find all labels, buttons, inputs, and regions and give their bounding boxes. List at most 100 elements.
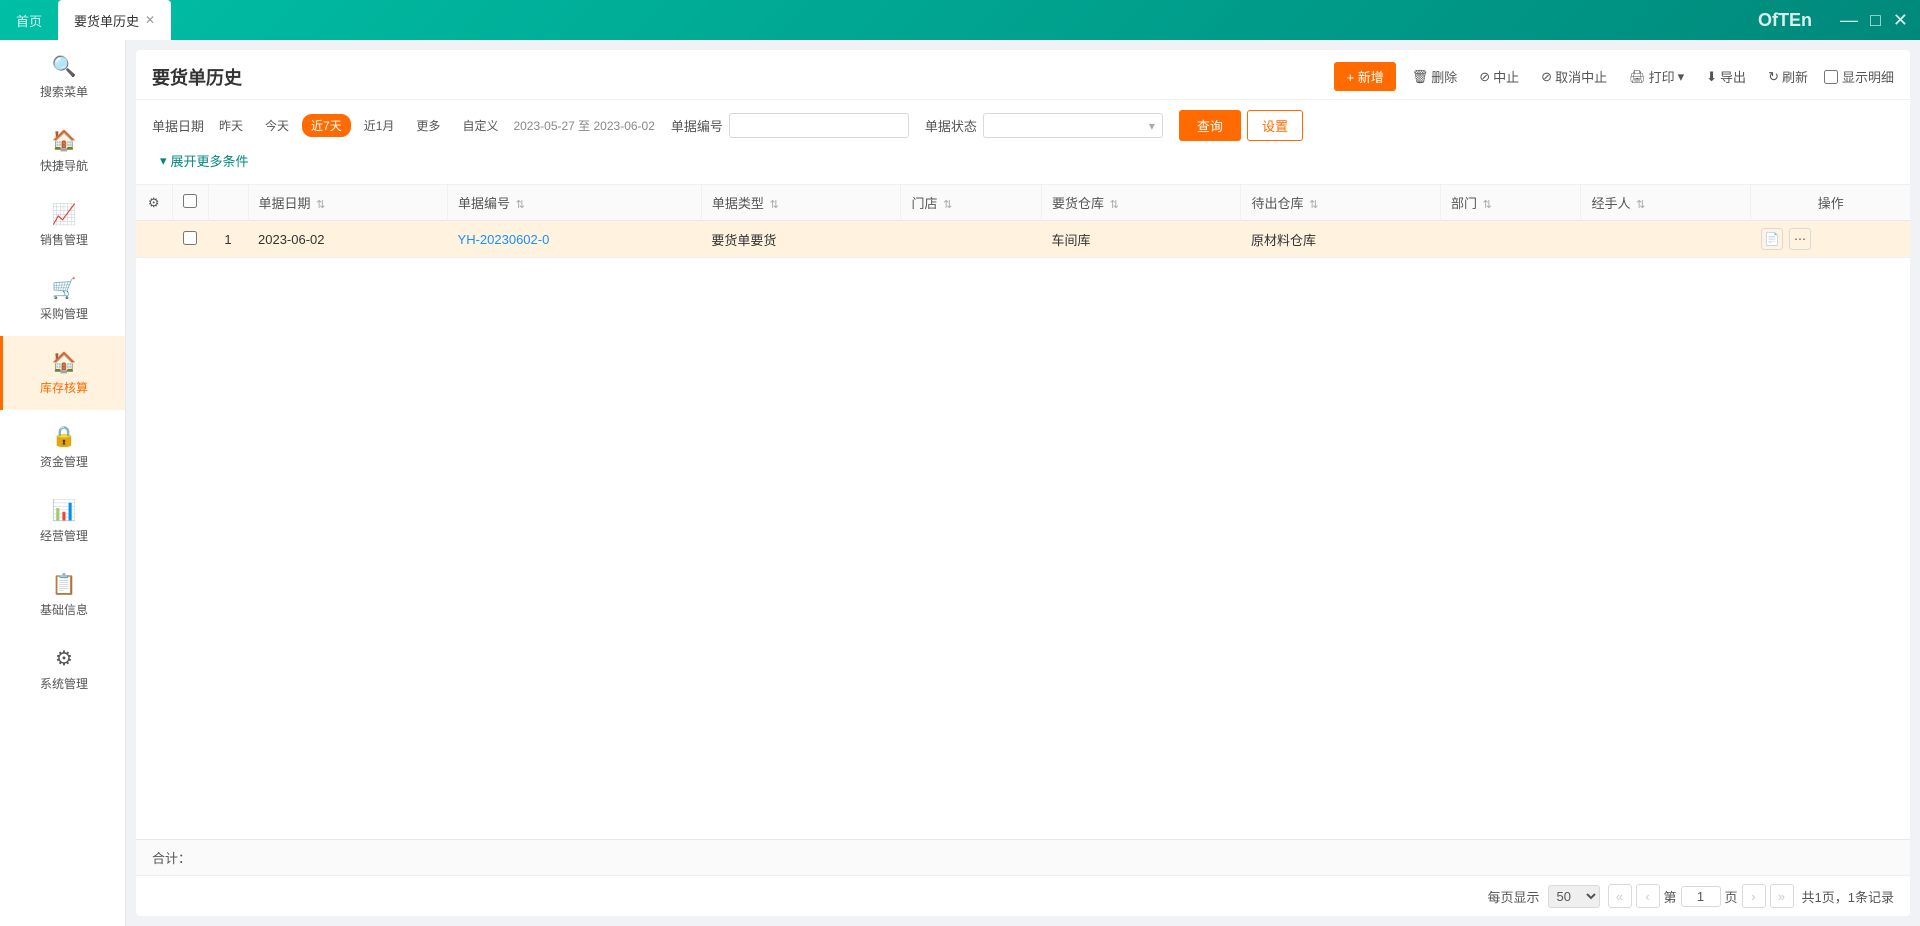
cancel-stop-icon: ⊘ xyxy=(1541,69,1552,85)
minimize-icon[interactable]: — xyxy=(1840,10,1858,31)
window-controls: OfTEn — □ ✕ xyxy=(1742,10,1920,31)
purchase-icon: 🛒 xyxy=(52,276,77,301)
row-checkbox[interactable] xyxy=(183,231,197,245)
filter-action-buttons: 查询 设置 xyxy=(1179,110,1303,141)
inventory-icon: 🏠 xyxy=(52,350,77,375)
query-button[interactable]: 查询 xyxy=(1179,110,1241,141)
page-label: 第 xyxy=(1664,887,1677,906)
first-page-btn[interactable]: « xyxy=(1608,884,1632,908)
date-yesterday-btn[interactable]: 昨天 xyxy=(210,114,252,137)
bill-no-input[interactable] xyxy=(729,113,909,138)
sort-billtype-icon[interactable]: ⇅ xyxy=(770,199,779,211)
system-icon: ⚙ xyxy=(55,646,73,671)
cancel-stop-button[interactable]: ⊘ 取消中止 xyxy=(1535,63,1613,90)
row-action: 📄 ⋯ xyxy=(1751,221,1910,258)
sales-icon: 📈 xyxy=(52,202,77,227)
row-checkbox-cell xyxy=(172,221,208,258)
print-button[interactable]: 🖨 打印 ▾ xyxy=(1623,63,1690,90)
maximize-icon[interactable]: □ xyxy=(1870,10,1881,31)
export-icon: ⬇ xyxy=(1706,69,1717,85)
sort-handler-icon[interactable]: ⇅ xyxy=(1636,199,1645,211)
sidebar-item-ops-mgmt[interactable]: 📊 经营管理 xyxy=(0,484,125,558)
table-footer: 合计： xyxy=(136,839,1910,875)
delete-button[interactable]: 🗑 删除 xyxy=(1406,63,1464,90)
sidebar-item-inventory-calc[interactable]: 🏠 库存核算 xyxy=(0,336,125,410)
date-range-text: 2023-05-27 至 2023-06-02 xyxy=(513,117,654,134)
top-bar: 首页 要货单历史 ✕ OfTEn — □ ✕ xyxy=(0,0,1920,40)
date-today-btn[interactable]: 今天 xyxy=(256,114,298,137)
row-dept xyxy=(1441,221,1581,258)
status-label: 单据状态 xyxy=(925,116,977,135)
sidebar-item-purchase-mgmt[interactable]: 🛒 采购管理 xyxy=(0,262,125,336)
col-date: 单据日期 ⇅ xyxy=(248,185,448,221)
display-detail-toggle[interactable]: 显示明细 xyxy=(1824,67,1894,86)
settings-gear-icon[interactable]: ⚙ xyxy=(148,195,160,210)
row-date: 2023-06-02 xyxy=(248,221,448,258)
status-select[interactable] xyxy=(983,113,1163,138)
brand-text: OfTEn xyxy=(1742,10,1828,31)
per-page-select[interactable]: 20 50 100 xyxy=(1548,885,1600,908)
sort-store-icon[interactable]: ⇅ xyxy=(943,199,952,211)
expand-more-button[interactable]: ▾ 展开更多条件 xyxy=(152,147,257,174)
row-edit-icon[interactable]: 📄 xyxy=(1761,228,1783,250)
sort-pendwh-icon[interactable]: ⇅ xyxy=(1309,199,1318,211)
home-icon: 🏠 xyxy=(52,128,77,153)
page-container: 要货单历史 + 新增 🗑 删除 ⊘ 中止 ⊘ 取消中止 xyxy=(136,50,1910,916)
stop-button[interactable]: ⊘ 中止 xyxy=(1473,63,1525,90)
sort-billno-icon[interactable]: ⇅ xyxy=(516,199,525,211)
bill-no-label: 单据编号 xyxy=(671,116,723,135)
row-more-icon[interactable]: ⋯ xyxy=(1789,228,1811,250)
col-pending-warehouse: 待出仓库 ⇅ xyxy=(1241,185,1441,221)
sidebar-item-fund-mgmt[interactable]: 🔒 资金管理 xyxy=(0,410,125,484)
new-button[interactable]: + 新增 xyxy=(1334,62,1395,91)
sidebar-item-quick-nav[interactable]: 🏠 快捷导航 xyxy=(0,114,125,188)
col-req-warehouse: 要货仓库 ⇅ xyxy=(1041,185,1241,221)
stop-icon: ⊘ xyxy=(1479,69,1490,85)
row-bill-no: YH-20230602-0 xyxy=(448,221,702,258)
date-7days-btn[interactable]: 近7天 xyxy=(302,114,351,137)
table-header-row: ⚙ 单据日期 ⇅ 单据编号 xyxy=(136,185,1910,221)
next-page-btn[interactable]: › xyxy=(1742,884,1766,908)
filter-row-1: 单据日期 昨天 今天 近7天 近1月 更多 自定义 2023-05-27 至 2… xyxy=(152,110,1894,141)
sidebar-item-basic-info[interactable]: 📋 基础信息 xyxy=(0,558,125,632)
page-number-input[interactable]: 1 xyxy=(1681,886,1721,907)
col-dept: 部门 ⇅ xyxy=(1441,185,1581,221)
sort-dept-icon[interactable]: ⇅ xyxy=(1483,199,1492,211)
tab-requisition-history[interactable]: 要货单历史 ✕ xyxy=(58,0,171,40)
display-detail-checkbox[interactable] xyxy=(1824,70,1838,84)
ops-icon: 📊 xyxy=(52,498,77,523)
refresh-icon: ↻ xyxy=(1768,69,1779,85)
tab-close-icon[interactable]: ✕ xyxy=(145,13,155,27)
date-1month-btn[interactable]: 近1月 xyxy=(355,114,404,137)
filter-bar: 单据日期 昨天 今天 近7天 近1月 更多 自定义 2023-05-27 至 2… xyxy=(136,100,1910,185)
basic-info-icon: 📋 xyxy=(52,572,77,597)
col-settings: ⚙ xyxy=(136,185,172,221)
print-icon: 🖨 xyxy=(1629,69,1646,85)
sidebar-item-sales-mgmt[interactable]: 📈 销售管理 xyxy=(0,188,125,262)
prev-page-btn[interactable]: ‹ xyxy=(1636,884,1660,908)
settings-button[interactable]: 设置 xyxy=(1247,110,1303,141)
search-icon: 🔍 xyxy=(52,54,77,79)
filter-date-item: 单据日期 昨天 今天 近7天 近1月 更多 自定义 2023-05-27 至 2… xyxy=(152,114,655,137)
page-navigation: « ‹ 第 1 页 › » xyxy=(1608,884,1794,908)
sort-reqwh-icon[interactable]: ⇅ xyxy=(1110,199,1119,211)
page-suffix: 页 xyxy=(1725,887,1738,906)
sidebar-item-system-mgmt[interactable]: ⚙ 系统管理 xyxy=(0,632,125,706)
sidebar-item-search-menu[interactable]: 🔍 搜索菜单 xyxy=(0,40,125,114)
content-area: 要货单历史 + 新增 🗑 删除 ⊘ 中止 ⊘ 取消中止 xyxy=(126,40,1920,926)
date-more-btn[interactable]: 更多 xyxy=(407,114,449,137)
sidebar: 🔍 搜索菜单 🏠 快捷导航 📈 销售管理 🛒 采购管理 🏠 库存核算 🔒 资金管… xyxy=(0,40,126,926)
sort-date-icon[interactable]: ⇅ xyxy=(316,199,325,211)
date-custom-btn[interactable]: 自定义 xyxy=(453,114,507,137)
bill-no-link[interactable]: YH-20230602-0 xyxy=(458,232,550,247)
last-page-btn[interactable]: » xyxy=(1770,884,1794,908)
row-index: 1 xyxy=(208,221,248,258)
export-button[interactable]: ⬇ 导出 xyxy=(1700,63,1752,90)
date-filter-buttons: 昨天 今天 近7天 近1月 更多 自定义 xyxy=(210,114,507,137)
select-all-checkbox[interactable] xyxy=(183,194,197,208)
tab-home[interactable]: 首页 xyxy=(0,0,58,40)
close-icon[interactable]: ✕ xyxy=(1893,10,1908,31)
per-page-label: 每页显示 xyxy=(1487,887,1539,906)
row-settings xyxy=(136,221,172,258)
refresh-button[interactable]: ↻ 刷新 xyxy=(1762,63,1814,90)
